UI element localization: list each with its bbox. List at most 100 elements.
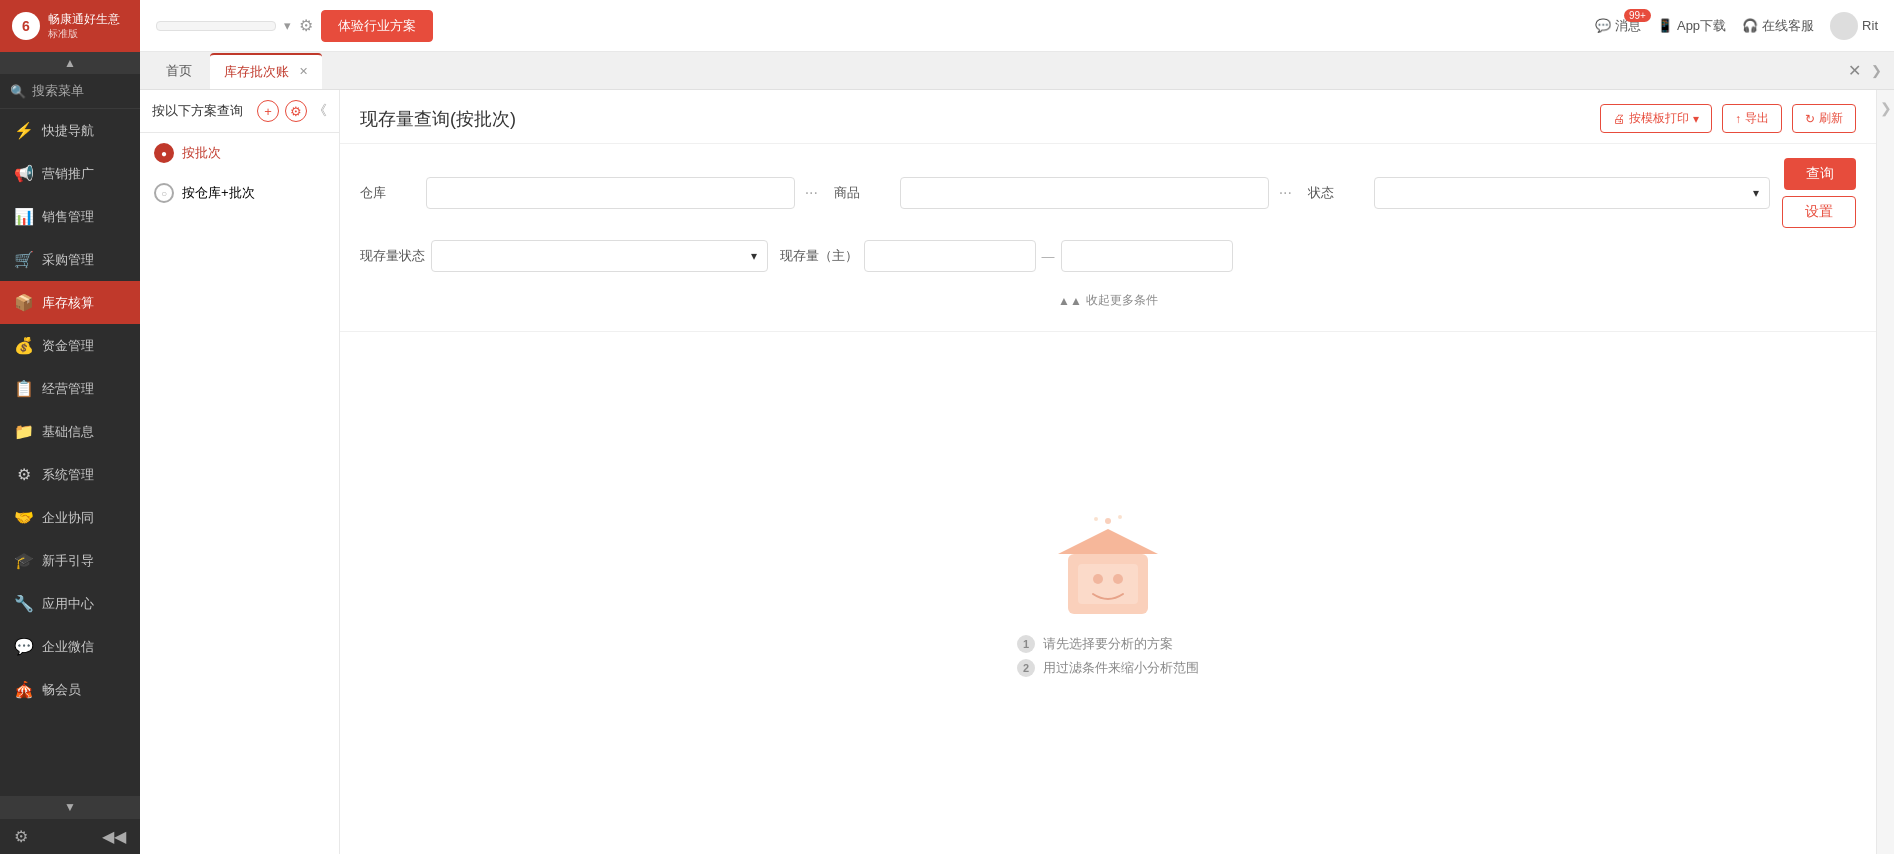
warehouse-label: 仓库 — [360, 184, 420, 202]
sidebar-item-finance[interactable]: 💰 资金管理 — [0, 324, 140, 367]
topbar-right: 💬 消息 99+ 📱 App下载 🎧 在线客服 Rit — [1595, 12, 1878, 40]
sidebar-item-guide[interactable]: 🎓 新手引导 — [0, 539, 140, 582]
svg-point-5 — [1105, 518, 1111, 524]
apps-icon: 🔧 — [14, 594, 34, 613]
sidebar-scroll-up[interactable]: ▲ — [0, 52, 140, 74]
tab-close-btn[interactable]: ✕ — [299, 65, 308, 78]
content-area: 按以下方案查询 + ⚙ 《 ● 按批次 ○ 按仓库+批次 现存量查询(按批次) — [140, 90, 1894, 854]
svg-marker-1 — [1058, 529, 1158, 554]
filter-warehouse: 仓库 ··· — [360, 177, 822, 209]
settings-footer-btn[interactable]: ⚙ — [14, 827, 28, 846]
app-logo: 6 — [12, 12, 40, 40]
close-panel-btn[interactable]: ✕ — [1848, 61, 1861, 80]
messages-btn[interactable]: 💬 消息 99+ — [1595, 17, 1641, 35]
query-btn[interactable]: 查询 — [1784, 158, 1856, 190]
wechat-icon: 💬 — [14, 637, 34, 656]
main-area: ▾ ⚙ 体验行业方案 💬 消息 99+ 📱 App下载 🎧 在线客服 Rit — [140, 0, 1894, 854]
sidebar-header: 6 畅康通好生意 标准版 — [0, 0, 140, 52]
quick-nav-icon: ⚡ — [14, 121, 34, 140]
basics-icon: 📁 — [14, 422, 34, 441]
plan-item-warehouse-batch[interactable]: ○ 按仓库+批次 — [140, 173, 339, 213]
tab-home[interactable]: 首页 — [152, 54, 206, 88]
topbar-settings-icon[interactable]: ⚙ — [299, 16, 313, 35]
sidebar-nav: ⚡ 快捷导航 📢 营销推广 📊 销售管理 🛒 采购管理 📦 库存核算 💰 资金管… — [0, 109, 140, 796]
experience-btn[interactable]: 体验行业方案 — [321, 10, 433, 42]
sidebar-item-basics[interactable]: 📁 基础信息 — [0, 410, 140, 453]
sidebar-item-enterprise[interactable]: 🤝 企业协同 — [0, 496, 140, 539]
tip-text-2: 用过滤条件来缩小分析范围 — [1043, 659, 1199, 677]
topbar: ▾ ⚙ 体验行业方案 💬 消息 99+ 📱 App下载 🎧 在线客服 Rit — [140, 0, 1894, 52]
svg-point-3 — [1093, 574, 1103, 584]
online-service-btn[interactable]: 🎧 在线客服 — [1742, 17, 1814, 35]
refresh-btn[interactable]: ↻ 刷新 — [1792, 104, 1856, 133]
operations-icon: 📋 — [14, 379, 34, 398]
marketing-icon: 📢 — [14, 164, 34, 183]
print-btn[interactable]: 🖨 按模板打印 ▾ — [1600, 104, 1712, 133]
tab-inventory-batch[interactable]: 库存批次账 ✕ — [210, 53, 322, 89]
sidebar-scroll-down[interactable]: ▼ — [0, 796, 140, 818]
sidebar-item-member[interactable]: 🎪 畅会员 — [0, 668, 140, 711]
left-panel: 按以下方案查询 + ⚙ 《 ● 按批次 ○ 按仓库+批次 — [140, 90, 340, 854]
stock-qty-label: 现存量（主） — [780, 247, 858, 265]
app-download-btn[interactable]: 📱 App下载 — [1657, 17, 1726, 35]
collapse-left-panel-btn[interactable]: 《 — [313, 102, 327, 120]
sidebar: 6 畅康通好生意 标准版 ▲ 🔍 搜索菜单 ⚡ 快捷导航 📢 营销推广 📊 销售… — [0, 0, 140, 854]
system-icon: ⚙ — [14, 465, 34, 484]
stock-status-select[interactable]: ▾ — [431, 240, 768, 272]
sidebar-item-sales[interactable]: 📊 销售管理 — [0, 195, 140, 238]
sidebar-footer: ⚙ ◀◀ — [0, 818, 140, 854]
status-select[interactable]: ▾ — [1374, 177, 1770, 209]
refresh-icon: ↻ — [1805, 112, 1815, 126]
product-more-btn[interactable]: ··· — [1275, 184, 1296, 202]
warehouse-input[interactable] — [426, 177, 795, 209]
empty-illustration — [1048, 509, 1168, 619]
expand-panel-btn[interactable]: ❯ — [1871, 63, 1882, 78]
tip-num-2: 2 — [1017, 659, 1035, 677]
settings-btn[interactable]: 设置 — [1782, 196, 1856, 228]
left-panel-header: 按以下方案查询 + ⚙ 《 — [140, 90, 339, 133]
sidebar-item-apps[interactable]: 🔧 应用中心 — [0, 582, 140, 625]
page-title: 现存量查询(按批次) — [360, 107, 516, 131]
sidebar-item-purchase[interactable]: 🛒 采购管理 — [0, 238, 140, 281]
status-dropdown-icon: ▾ — [1753, 186, 1759, 200]
svg-point-6 — [1118, 515, 1122, 519]
inventory-icon: 📦 — [14, 293, 34, 312]
stock-qty-max-input[interactable] — [1061, 240, 1233, 272]
headset-icon: 🎧 — [1742, 18, 1758, 33]
collapse-sidebar-btn[interactable]: ◀◀ — [102, 827, 126, 846]
avatar — [1830, 12, 1858, 40]
plan-item-batch[interactable]: ● 按批次 — [140, 133, 339, 173]
topbar-dropdown-icon[interactable]: ▾ — [284, 18, 291, 33]
empty-tips: 1 请先选择要分析的方案 2 用过滤条件来缩小分析范围 — [1017, 635, 1199, 677]
sidebar-item-quick-nav[interactable]: ⚡ 快捷导航 — [0, 109, 140, 152]
warehouse-more-btn[interactable]: ··· — [801, 184, 822, 202]
product-input[interactable] — [900, 177, 1269, 209]
export-btn[interactable]: ↑ 导出 — [1722, 104, 1782, 133]
settings-plan-btn[interactable]: ⚙ — [285, 100, 307, 122]
user-avatar-btn[interactable]: Rit — [1830, 12, 1878, 40]
collapse-up-icon: ▲▲ — [1058, 294, 1082, 308]
stock-status-label: 现存量状态 — [360, 247, 425, 265]
stock-qty-min-input[interactable] — [864, 240, 1036, 272]
plan-batch-icon: ● — [154, 143, 174, 163]
status-label: 状态 — [1308, 184, 1368, 202]
page-header: 现存量查询(按批次) 🖨 按模板打印 ▾ ↑ 导出 ↻ 刷新 — [340, 90, 1876, 144]
range-separator: — — [1042, 249, 1055, 264]
sidebar-item-operations[interactable]: 📋 经营管理 — [0, 367, 140, 410]
filter-status: 状态 ▾ — [1308, 177, 1770, 209]
sidebar-item-inventory[interactable]: 📦 库存核算 — [0, 281, 140, 324]
sidebar-item-wechat[interactable]: 💬 企业微信 — [0, 625, 140, 668]
right-edge: ❯ — [1876, 90, 1894, 854]
phone-icon: 📱 — [1657, 18, 1673, 33]
add-plan-btn[interactable]: + — [257, 100, 279, 122]
right-edge-arrow[interactable]: ❯ — [1880, 100, 1892, 116]
collapse-more-btn[interactable]: ▲▲ 收起更多条件 — [360, 284, 1856, 317]
search-menu-item[interactable]: 🔍 搜索菜单 — [0, 74, 140, 109]
product-label: 商品 — [834, 184, 894, 202]
sidebar-item-system[interactable]: ⚙ 系统管理 — [0, 453, 140, 496]
filter-area: 仓库 ··· 商品 ··· 状态 ▾ — [340, 144, 1876, 332]
sidebar-item-marketing[interactable]: 📢 营销推广 — [0, 152, 140, 195]
topbar-search-box — [156, 21, 276, 31]
tabbar: 首页 库存批次账 ✕ ✕ ❯ — [140, 52, 1894, 90]
print-dropdown-icon: ▾ — [1693, 112, 1699, 126]
